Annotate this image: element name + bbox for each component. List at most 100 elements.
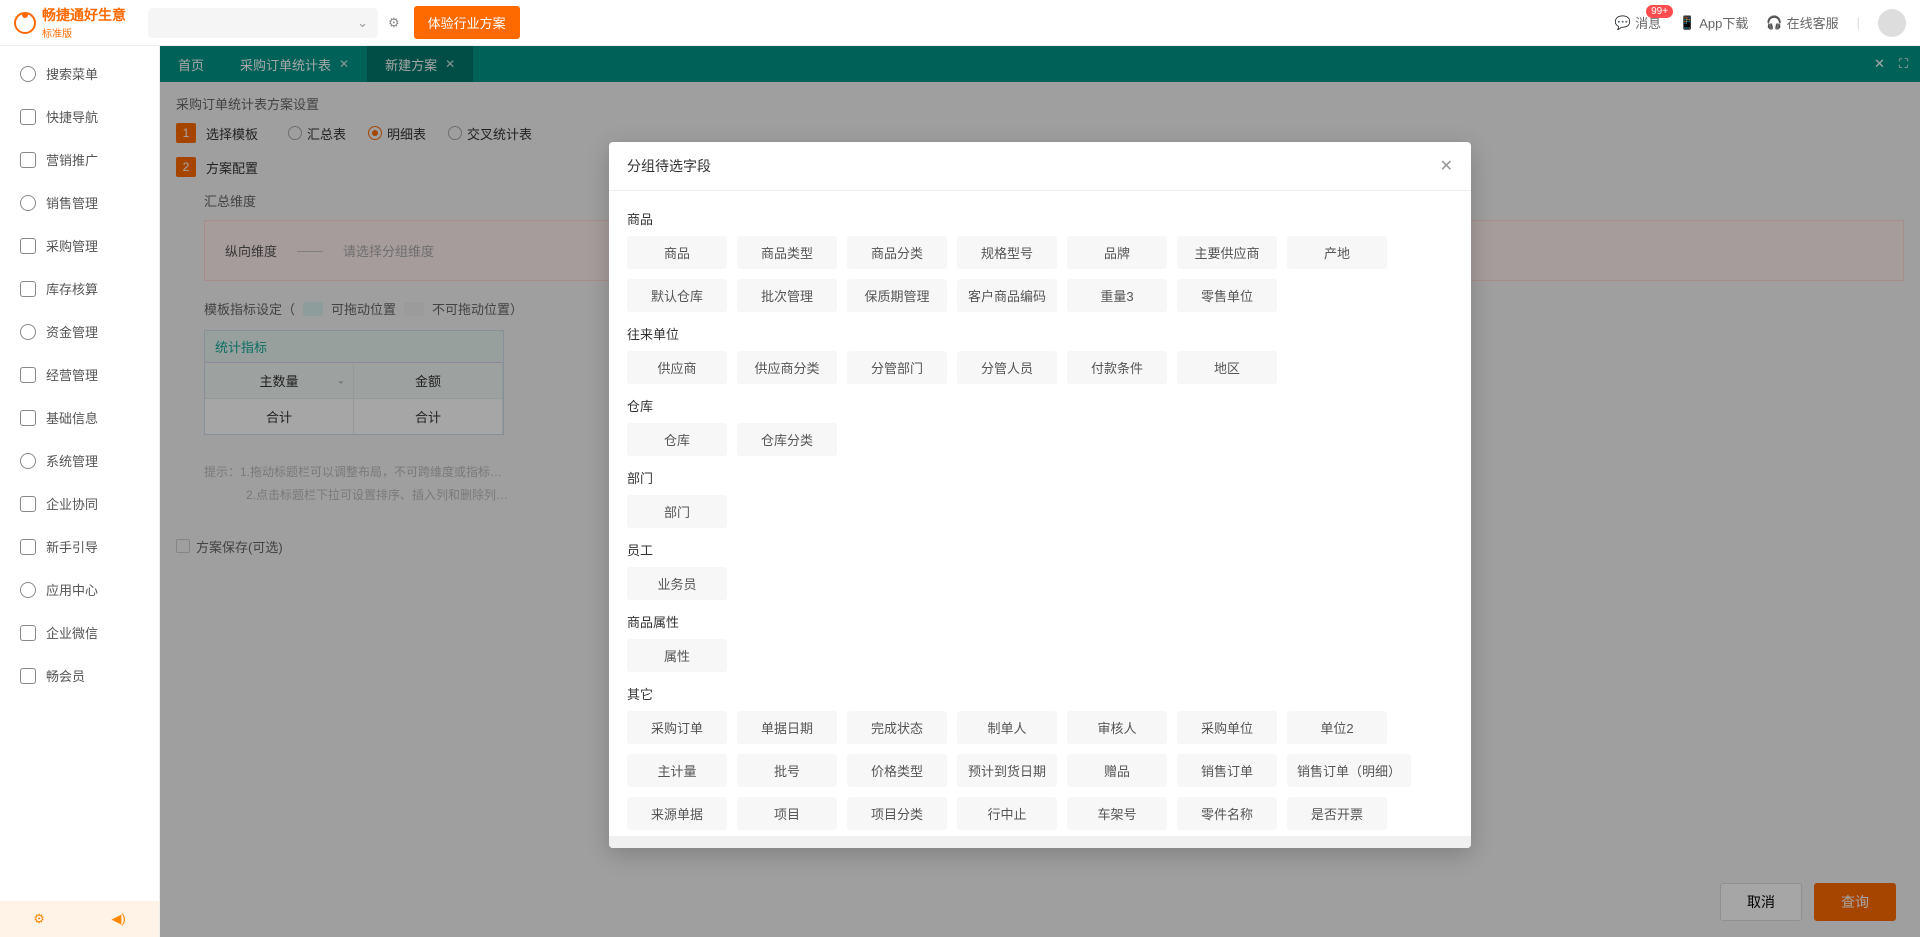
sidebar-item-8[interactable]: 基础信息	[0, 396, 159, 439]
field-chip[interactable]: 部门	[627, 495, 727, 528]
team-icon	[20, 496, 36, 512]
field-chip[interactable]: 品牌	[1067, 236, 1167, 269]
field-chip[interactable]: 分管人员	[957, 351, 1057, 384]
sidebar-item-9[interactable]: 系统管理	[0, 439, 159, 482]
home-icon	[20, 109, 36, 125]
sidebar-item-10[interactable]: 企业协同	[0, 482, 159, 525]
field-chip[interactable]: 项目分类	[847, 797, 947, 830]
field-chip[interactable]: 默认仓库	[627, 279, 727, 312]
field-chip[interactable]: 商品类型	[737, 236, 837, 269]
field-group-6: 其它采购订单单据日期完成状态制单人审核人采购单位单位2 主计量批号价格类型预计到货…	[627, 684, 1453, 830]
group-title: 商品	[627, 209, 1453, 228]
sidebar-item-label: 企业协同	[46, 494, 98, 513]
sidebar-item-4[interactable]: 采购管理	[0, 224, 159, 267]
field-chip[interactable]: 主计量	[627, 754, 727, 787]
wechat-icon	[20, 625, 36, 641]
sidebar-item-3[interactable]: 销售管理	[0, 181, 159, 224]
field-group-5: 商品属性属性	[627, 612, 1453, 672]
sidebar: 搜索菜单快捷导航营销推广销售管理采购管理库存核算资金管理经营管理基础信息系统管理…	[0, 46, 160, 937]
settings-icon[interactable]: ⚙	[388, 15, 400, 31]
field-chip[interactable]: 仓库	[627, 423, 727, 456]
sidebar-item-label: 应用中心	[46, 580, 98, 599]
field-chip[interactable]: 行中止	[957, 797, 1057, 830]
field-chip[interactable]: 车架号	[1067, 797, 1167, 830]
sidebar-item-2[interactable]: 营销推广	[0, 138, 159, 181]
sidebar-item-12[interactable]: 应用中心	[0, 568, 159, 611]
sidebar-item-6[interactable]: 资金管理	[0, 310, 159, 353]
field-chip[interactable]: 仓库分类	[737, 423, 837, 456]
sidebar-item-label: 新手引导	[46, 537, 98, 556]
group-title: 仓库	[627, 396, 1453, 415]
field-group-1: 往来单位供应商供应商分类分管部门分管人员付款条件地区	[627, 324, 1453, 384]
field-chip[interactable]: 是否开票	[1287, 797, 1387, 830]
main: 首页采购订单统计表✕新建方案✕ ✕ ⛶ 采购订单统计表方案设置 1 选择模板 汇…	[160, 46, 1920, 937]
field-chip[interactable]: 付款条件	[1067, 351, 1167, 384]
sidebar-item-label: 库存核算	[46, 279, 98, 298]
field-chip[interactable]: 重量3	[1067, 279, 1167, 312]
settings-small-icon[interactable]: ⚙	[33, 911, 45, 927]
app-download-label: App下载	[1699, 13, 1748, 32]
tenant-select[interactable]: ⌄	[148, 8, 378, 38]
field-chip[interactable]: 完成状态	[847, 711, 947, 744]
field-chip[interactable]: 供应商	[627, 351, 727, 384]
field-chip[interactable]: 价格类型	[847, 754, 947, 787]
sidebar-item-14[interactable]: 畅会员	[0, 654, 159, 697]
field-chip[interactable]: 分管部门	[847, 351, 947, 384]
field-chip[interactable]: 采购单位	[1177, 711, 1277, 744]
messages-button[interactable]: 💬 消息 99+	[1615, 13, 1661, 32]
field-chip[interactable]: 来源单据	[627, 797, 727, 830]
modal-hscroll[interactable]	[609, 836, 1471, 848]
avatar[interactable]	[1878, 9, 1906, 37]
sidebar-item-label: 基础信息	[46, 408, 98, 427]
sidebar-item-label: 采购管理	[46, 236, 98, 255]
app-download-button[interactable]: 📱 App下载	[1679, 13, 1748, 32]
field-chip[interactable]: 项目	[737, 797, 837, 830]
gift-icon	[20, 152, 36, 168]
support-button[interactable]: 🎧 在线客服	[1766, 13, 1838, 32]
field-chip[interactable]: 批次管理	[737, 279, 837, 312]
field-chip[interactable]: 供应商分类	[737, 351, 837, 384]
field-chip[interactable]: 产地	[1287, 236, 1387, 269]
field-chip[interactable]: 客户商品编码	[957, 279, 1057, 312]
close-icon[interactable]: ✕	[1440, 156, 1453, 176]
group-title: 其它	[627, 684, 1453, 703]
field-chip[interactable]: 零售单位	[1177, 279, 1277, 312]
field-chip[interactable]: 单位2	[1287, 711, 1387, 744]
field-chip[interactable]: 采购订单	[627, 711, 727, 744]
field-chip[interactable]: 制单人	[957, 711, 1057, 744]
chat-icon: 💬	[1615, 15, 1631, 31]
field-chip[interactable]: 商品	[627, 236, 727, 269]
field-chip[interactable]: 属性	[627, 639, 727, 672]
gear-icon	[20, 453, 36, 469]
field-chip[interactable]: 销售订单	[1177, 754, 1277, 787]
field-chip[interactable]: 批号	[737, 754, 837, 787]
flag-icon	[20, 539, 36, 555]
trial-button[interactable]: 体验行业方案	[414, 6, 520, 39]
sidebar-item-5[interactable]: 库存核算	[0, 267, 159, 310]
field-chip[interactable]: 预计到货日期	[957, 754, 1057, 787]
field-chip[interactable]: 地区	[1177, 351, 1277, 384]
field-chip[interactable]: 规格型号	[957, 236, 1057, 269]
field-chip[interactable]: 销售订单（明细）	[1287, 754, 1411, 787]
collapse-icon[interactable]: ◀)	[111, 911, 125, 927]
field-chip[interactable]: 业务员	[627, 567, 727, 600]
group-title: 员工	[627, 540, 1453, 559]
chart-icon	[20, 367, 36, 383]
divider: |	[1857, 15, 1860, 30]
field-chip[interactable]: 赠品	[1067, 754, 1167, 787]
field-chip[interactable]: 商品分类	[847, 236, 947, 269]
field-chip[interactable]: 单据日期	[737, 711, 837, 744]
field-group-2: 仓库仓库仓库分类	[627, 396, 1453, 456]
field-chip[interactable]: 主要供应商	[1177, 236, 1277, 269]
sidebar-item-13[interactable]: 企业微信	[0, 611, 159, 654]
field-chip[interactable]: 保质期管理	[847, 279, 947, 312]
sidebar-item-7[interactable]: 经营管理	[0, 353, 159, 396]
modal-mask[interactable]: 分组待选字段 ✕ 商品商品商品类型商品分类规格型号品牌主要供应商产地默认仓库批次…	[160, 46, 1920, 937]
field-chip[interactable]: 审核人	[1067, 711, 1167, 744]
field-chip[interactable]: 零件名称	[1177, 797, 1277, 830]
sidebar-item-label: 搜索菜单	[46, 64, 98, 83]
sidebar-item-1[interactable]: 快捷导航	[0, 95, 159, 138]
sidebar-item-0[interactable]: 搜索菜单	[0, 52, 159, 95]
sidebar-item-11[interactable]: 新手引导	[0, 525, 159, 568]
list-icon	[20, 410, 36, 426]
